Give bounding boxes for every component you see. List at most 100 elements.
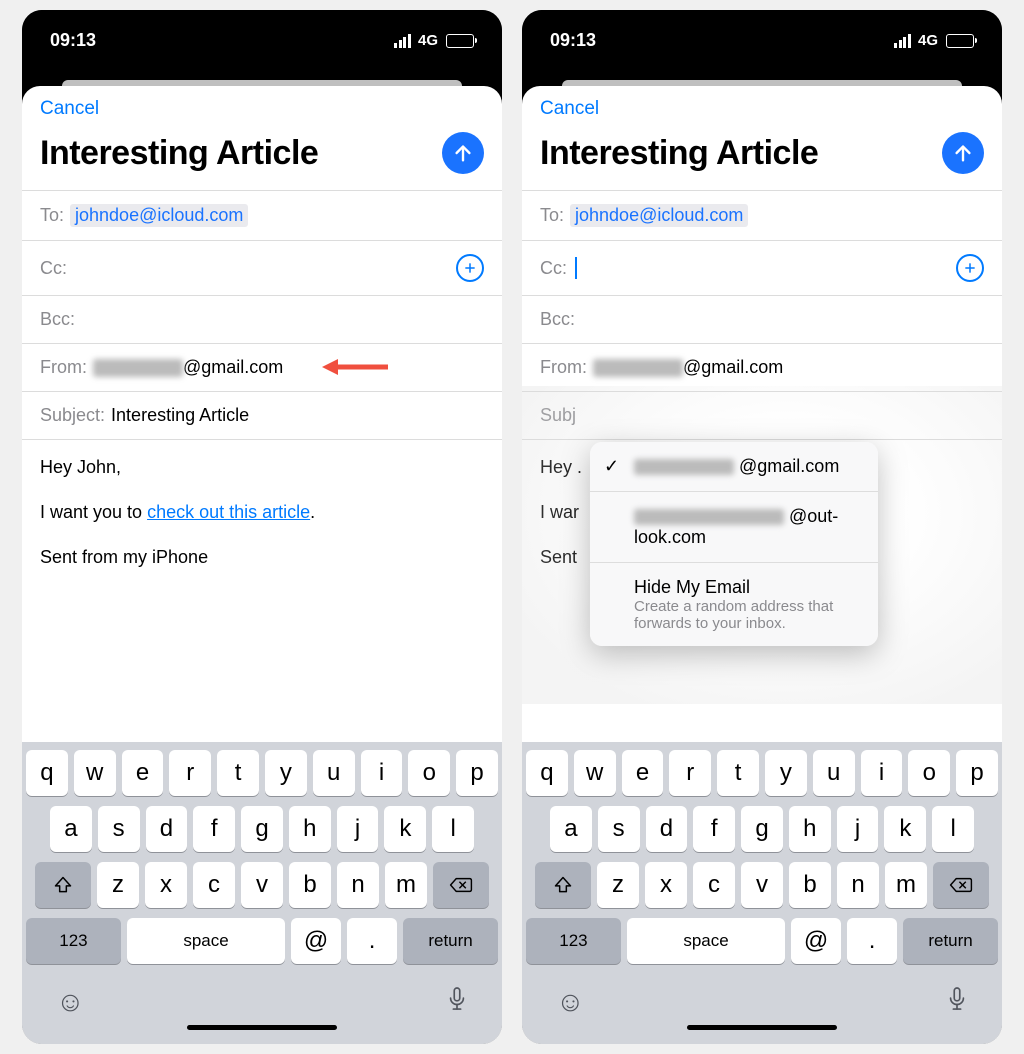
- battery-icon: [446, 34, 474, 48]
- dot-key[interactable]: .: [347, 918, 397, 964]
- add-contact-button[interactable]: [956, 254, 984, 282]
- keyboard[interactable]: q w e r t y u i o p a s d f g h j k l: [22, 742, 502, 1044]
- to-value[interactable]: johndoe@icloud.com: [70, 204, 248, 227]
- cc-field[interactable]: Cc:: [522, 240, 1002, 295]
- key-g[interactable]: g: [241, 806, 283, 852]
- key-u[interactable]: u: [313, 750, 355, 796]
- key-l[interactable]: l: [932, 806, 974, 852]
- key-b[interactable]: b: [289, 862, 331, 908]
- key-q[interactable]: q: [526, 750, 568, 796]
- to-field[interactable]: To: johndoe@icloud.com: [522, 190, 1002, 240]
- key-a[interactable]: a: [50, 806, 92, 852]
- from-option-hide-my-email[interactable]: Hide My Email Create a random address th…: [590, 563, 878, 646]
- key-o[interactable]: o: [408, 750, 450, 796]
- body-link[interactable]: check out this article: [147, 502, 310, 522]
- key-t[interactable]: t: [717, 750, 759, 796]
- key-d[interactable]: d: [646, 806, 688, 852]
- cancel-button[interactable]: Cancel: [540, 98, 599, 119]
- key-b[interactable]: b: [789, 862, 831, 908]
- key-f[interactable]: f: [193, 806, 235, 852]
- key-y[interactable]: y: [265, 750, 307, 796]
- key-e[interactable]: e: [622, 750, 664, 796]
- key-z[interactable]: z: [97, 862, 139, 908]
- compose-screen: Cancel Interesting Article To: johndoe@i…: [522, 86, 1002, 1044]
- key-z[interactable]: z: [597, 862, 639, 908]
- space-key[interactable]: space: [627, 918, 785, 964]
- at-key[interactable]: @: [791, 918, 841, 964]
- key-h[interactable]: h: [789, 806, 831, 852]
- backspace-key[interactable]: [933, 862, 989, 908]
- key-p[interactable]: p: [956, 750, 998, 796]
- space-key[interactable]: space: [127, 918, 285, 964]
- key-v[interactable]: v: [741, 862, 783, 908]
- key-w[interactable]: w: [74, 750, 116, 796]
- subject-field[interactable]: Subj: [522, 391, 1002, 439]
- key-f[interactable]: f: [693, 806, 735, 852]
- home-indicator[interactable]: [187, 1025, 337, 1030]
- at-key[interactable]: @: [291, 918, 341, 964]
- to-field[interactable]: To: johndoe@icloud.com: [22, 190, 502, 240]
- from-field[interactable]: From: @gmail.com: [22, 343, 502, 391]
- key-i[interactable]: i: [361, 750, 403, 796]
- key-n[interactable]: n: [337, 862, 379, 908]
- key-c[interactable]: c: [693, 862, 735, 908]
- dot-key[interactable]: .: [847, 918, 897, 964]
- from-picker-popover[interactable]: ✓ @gmail.com @out-look.com Hide My Email…: [590, 442, 878, 646]
- key-m[interactable]: m: [385, 862, 427, 908]
- numbers-key[interactable]: 123: [526, 918, 621, 964]
- key-x[interactable]: x: [145, 862, 187, 908]
- key-w[interactable]: w: [574, 750, 616, 796]
- key-j[interactable]: j: [337, 806, 379, 852]
- key-e[interactable]: e: [122, 750, 164, 796]
- key-u[interactable]: u: [813, 750, 855, 796]
- key-d[interactable]: d: [146, 806, 188, 852]
- key-h[interactable]: h: [289, 806, 331, 852]
- return-key[interactable]: return: [903, 918, 998, 964]
- key-j[interactable]: j: [837, 806, 879, 852]
- from-field[interactable]: From: @gmail.com: [522, 343, 1002, 391]
- key-y[interactable]: y: [765, 750, 807, 796]
- from-option-outlook[interactable]: @out-look.com: [590, 492, 878, 563]
- home-indicator[interactable]: [687, 1025, 837, 1030]
- key-m[interactable]: m: [885, 862, 927, 908]
- bcc-field[interactable]: Bcc:: [522, 295, 1002, 343]
- key-l[interactable]: l: [432, 806, 474, 852]
- key-s[interactable]: s: [98, 806, 140, 852]
- key-g[interactable]: g: [741, 806, 783, 852]
- shift-key[interactable]: [35, 862, 91, 908]
- body-textarea[interactable]: Hey John, I want you to check out this a…: [22, 439, 502, 742]
- key-r[interactable]: r: [669, 750, 711, 796]
- cancel-button[interactable]: Cancel: [40, 98, 99, 119]
- send-button[interactable]: [942, 132, 984, 174]
- bcc-field[interactable]: Bcc:: [22, 295, 502, 343]
- send-button[interactable]: [442, 132, 484, 174]
- dictation-key[interactable]: [446, 986, 468, 1019]
- cc-field[interactable]: Cc:: [22, 240, 502, 295]
- key-r[interactable]: r: [169, 750, 211, 796]
- key-v[interactable]: v: [241, 862, 283, 908]
- key-t[interactable]: t: [217, 750, 259, 796]
- key-x[interactable]: x: [645, 862, 687, 908]
- key-s[interactable]: s: [598, 806, 640, 852]
- key-k[interactable]: k: [884, 806, 926, 852]
- return-key[interactable]: return: [403, 918, 498, 964]
- to-value[interactable]: johndoe@icloud.com: [570, 204, 748, 227]
- emoji-key[interactable]: ☺: [56, 986, 85, 1019]
- shift-key[interactable]: [535, 862, 591, 908]
- add-contact-button[interactable]: [456, 254, 484, 282]
- emoji-key[interactable]: ☺: [556, 986, 585, 1019]
- dictation-key[interactable]: [946, 986, 968, 1019]
- key-q[interactable]: q: [26, 750, 68, 796]
- key-p[interactable]: p: [456, 750, 498, 796]
- key-i[interactable]: i: [861, 750, 903, 796]
- key-k[interactable]: k: [384, 806, 426, 852]
- from-option-gmail[interactable]: ✓ @gmail.com: [590, 442, 878, 492]
- numbers-key[interactable]: 123: [26, 918, 121, 964]
- backspace-key[interactable]: [433, 862, 489, 908]
- subject-field[interactable]: Subject: Interesting Article: [22, 391, 502, 439]
- key-c[interactable]: c: [193, 862, 235, 908]
- keyboard[interactable]: q w e r t y u i o p a s d f g h j k l: [522, 742, 1002, 1044]
- key-a[interactable]: a: [550, 806, 592, 852]
- key-o[interactable]: o: [908, 750, 950, 796]
- key-n[interactable]: n: [837, 862, 879, 908]
